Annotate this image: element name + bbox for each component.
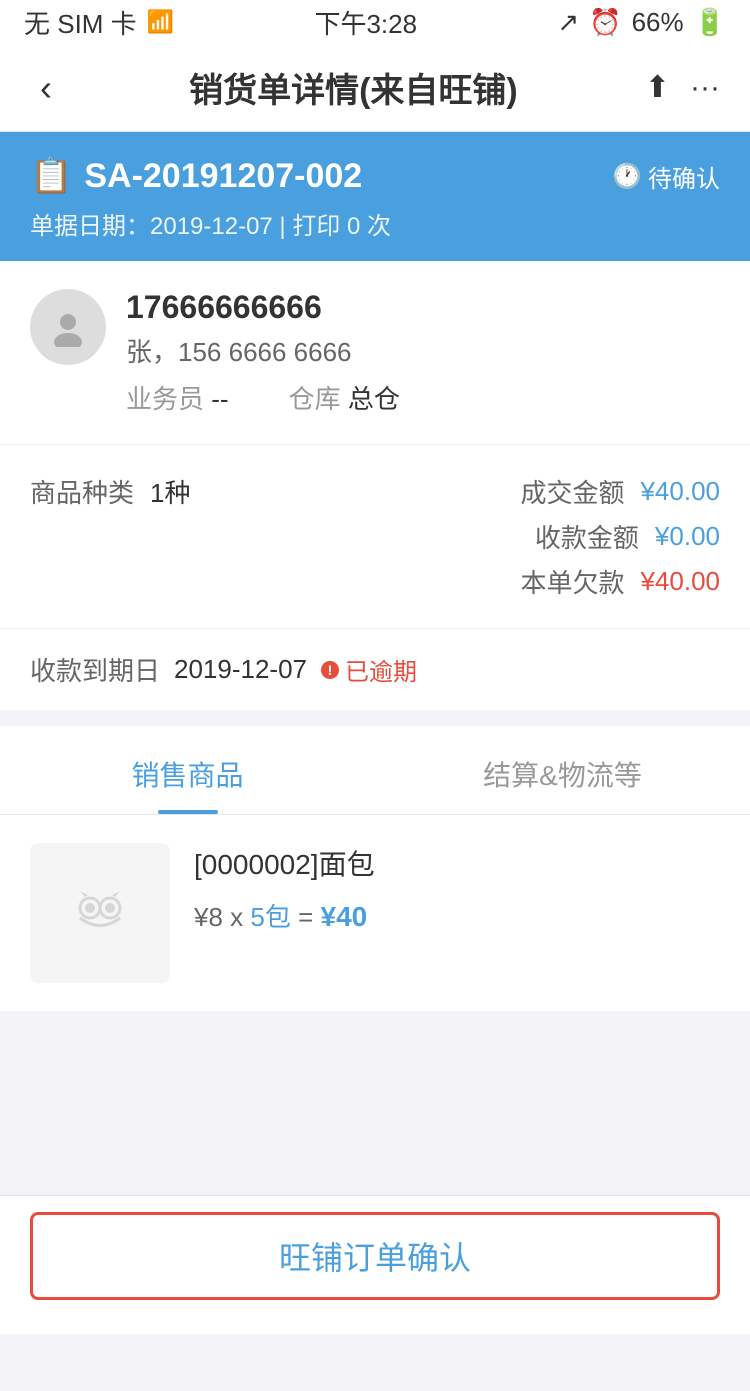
customer-info: 17666666666 张，156 6666 6666 业务员 -- 仓库 总仓 bbox=[126, 289, 720, 416]
overdue-badge: ! 已逾期 bbox=[321, 652, 417, 687]
price-text: ¥8 bbox=[194, 902, 223, 932]
receipt-amount-row: 收款金额 ¥0.00 bbox=[535, 518, 720, 555]
battery-text: 66% bbox=[632, 7, 684, 38]
carrier-text: 无 SIM 卡 bbox=[24, 4, 137, 41]
status-right: ↗ ⏰ 66% 🔋 bbox=[557, 7, 726, 38]
tab-sales-products[interactable]: 销售商品 bbox=[0, 726, 375, 814]
back-button[interactable]: ‹ bbox=[30, 57, 62, 119]
time-display: 下午3:28 bbox=[314, 4, 417, 41]
battery-icon: 🔋 bbox=[694, 7, 726, 38]
product-image bbox=[30, 843, 170, 983]
customer-name: 张，156 6666 6666 bbox=[126, 332, 720, 369]
balance-label: 本单欠款 bbox=[520, 563, 624, 600]
status-bar: 无 SIM 卡 📶 下午3:28 ↗ ⏰ 66% 🔋 bbox=[0, 0, 750, 44]
nav-actions: ⬆ ··· bbox=[645, 70, 720, 105]
tab-sales-products-label: 销售商品 bbox=[131, 760, 243, 791]
balance-value: ¥40.00 bbox=[640, 566, 720, 597]
customer-fields: 业务员 -- 仓库 总仓 bbox=[126, 379, 720, 416]
status-text: 待确认 bbox=[648, 159, 720, 194]
alarm-icon: ⏰ bbox=[589, 7, 621, 38]
tabs-section: 销售商品 结算&物流等 [0000002]面包 ¥8 x 5包 bbox=[0, 726, 750, 1011]
order-meta: 单据日期：2019-12-07 | 打印 0 次 bbox=[30, 206, 720, 241]
clock-icon: 🕐 bbox=[612, 162, 642, 191]
confirm-order-button[interactable]: 旺铺订单确认 bbox=[30, 1212, 720, 1300]
order-number-text: SA-20191207-002 bbox=[84, 157, 362, 196]
customer-card: 17666666666 张，156 6666 6666 业务员 -- 仓库 总仓… bbox=[0, 261, 750, 710]
order-icon: 📋 bbox=[30, 156, 72, 196]
tabs-bar: 销售商品 结算&物流等 bbox=[0, 726, 750, 815]
equals-sign: = bbox=[298, 902, 320, 932]
overdue-text: 已逾期 bbox=[345, 652, 417, 687]
customer-phone: 17666666666 bbox=[126, 289, 720, 326]
receipt-amount-label: 收款金额 bbox=[535, 518, 639, 555]
bottom-bar: 旺铺订单确认 bbox=[0, 1195, 750, 1334]
deal-amount-value: ¥40.00 bbox=[640, 476, 720, 507]
avatar bbox=[30, 289, 106, 365]
confirm-button-label: 旺铺订单确认 bbox=[279, 1233, 471, 1279]
share-icon[interactable]: ⬆ bbox=[645, 70, 670, 105]
multiply-sign: x bbox=[230, 902, 250, 932]
overdue-dot-icon: ! bbox=[321, 661, 339, 679]
salesperson-label: 业务员 bbox=[126, 384, 204, 414]
quantity-text: 5包 bbox=[250, 902, 290, 932]
warehouse-value: 总仓 bbox=[348, 384, 400, 414]
tab-settlement-logistics-label: 结算&物流等 bbox=[483, 760, 642, 791]
order-number: 📋 SA-20191207-002 bbox=[30, 156, 362, 196]
product-name: [0000002]面包 bbox=[194, 843, 720, 883]
product-type-label: 商品种类 bbox=[30, 473, 134, 510]
page-title: 销货单详情(来自旺铺) bbox=[189, 63, 518, 112]
due-section: 收款到期日 2019-12-07 ! 已逾期 bbox=[0, 629, 750, 710]
warehouse-field: 仓库 总仓 bbox=[289, 379, 400, 416]
wifi-icon: 📶 bbox=[147, 9, 174, 35]
more-icon[interactable]: ··· bbox=[690, 71, 720, 105]
total-text: ¥40 bbox=[321, 901, 368, 932]
location-icon: ↗ bbox=[557, 7, 579, 38]
product-item: [0000002]面包 ¥8 x 5包 = ¥40 bbox=[0, 815, 750, 1011]
summary-section: 商品种类 1种 成交金额 ¥40.00 收款金额 ¥0.00 本单欠款 ¥40.… bbox=[0, 445, 750, 629]
status-left: 无 SIM 卡 📶 bbox=[24, 4, 174, 41]
salesperson-field: 业务员 -- bbox=[126, 379, 229, 416]
header-top: 📋 SA-20191207-002 🕐 待确认 bbox=[30, 156, 720, 196]
summary-left: 商品种类 1种 bbox=[30, 473, 520, 510]
tab-settlement-logistics[interactable]: 结算&物流等 bbox=[375, 726, 750, 814]
product-details: [0000002]面包 ¥8 x 5包 = ¥40 bbox=[194, 843, 720, 934]
salesperson-value: -- bbox=[211, 384, 228, 414]
balance-row: 本单欠款 ¥40.00 bbox=[520, 563, 720, 600]
product-price: ¥8 x 5包 = ¥40 bbox=[194, 897, 720, 934]
nav-bar: ‹ 销货单详情(来自旺铺) ⬆ ··· bbox=[0, 44, 750, 132]
order-header-card: 📋 SA-20191207-002 🕐 待确认 单据日期：2019-12-07 … bbox=[0, 132, 750, 261]
deal-amount-row: 成交金额 ¥40.00 bbox=[520, 473, 720, 510]
warehouse-label: 仓库 bbox=[289, 384, 341, 414]
summary-right: 成交金额 ¥40.00 收款金额 ¥0.00 本单欠款 ¥40.00 bbox=[520, 473, 720, 600]
due-date: 2019-12-07 bbox=[174, 654, 307, 685]
product-type-value: 1种 bbox=[150, 473, 190, 510]
due-label: 收款到期日 bbox=[30, 651, 160, 688]
receipt-amount-value: ¥0.00 bbox=[655, 521, 720, 552]
deal-amount-label: 成交金额 bbox=[520, 473, 624, 510]
status-badge: 🕐 待确认 bbox=[612, 159, 720, 194]
customer-section: 17666666666 张，156 6666 6666 业务员 -- 仓库 总仓 bbox=[0, 261, 750, 445]
